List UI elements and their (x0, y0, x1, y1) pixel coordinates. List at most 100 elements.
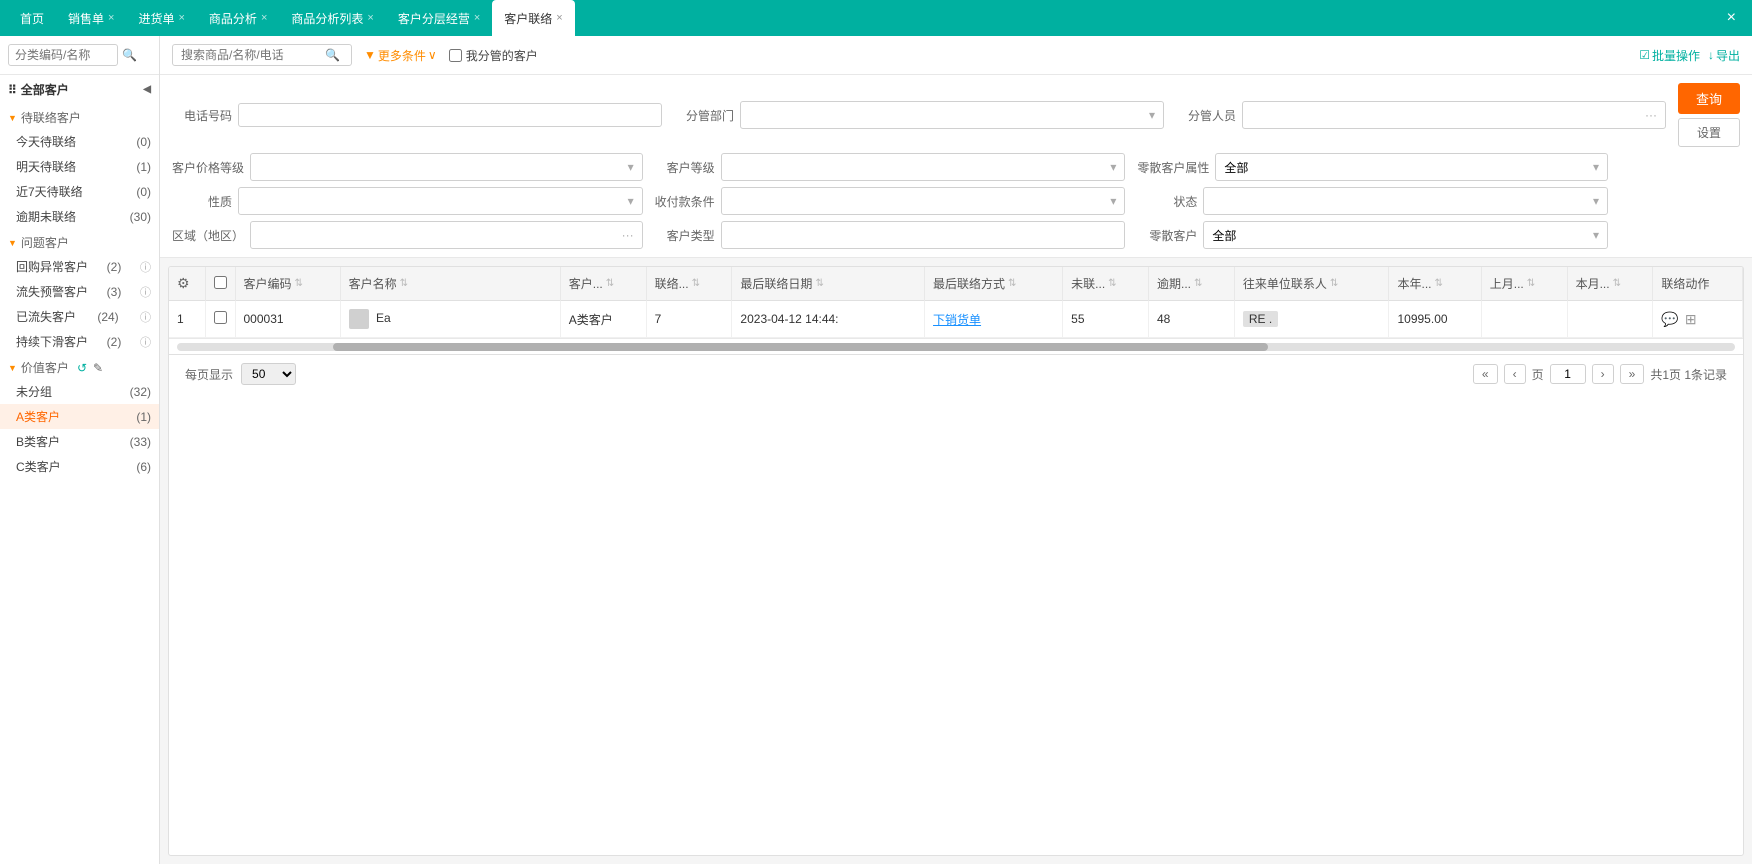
table-container: ⚙ 客户编码 ⇅ 客户名称 (168, 266, 1744, 856)
more-filters-button[interactable]: ▼ 更多条件 ∨ (364, 47, 437, 64)
group-value[interactable]: ▼ 价值客户 ↺ ✎ (0, 354, 159, 379)
close-sales-icon[interactable]: × (108, 12, 114, 24)
sidebar: 🔍 ⠿ 全部客户 ◀ ▼ 待联络客户 今天待联络 (0) 明天待联络 (1) 近… (0, 36, 160, 864)
sidebar-item-class-b[interactable]: B类客户 (33) (0, 429, 159, 454)
sidebar-item-churned[interactable]: 已流失客户 (24) ⓘ (0, 304, 159, 329)
group-problem[interactable]: ▼ 问题客户 (0, 229, 159, 254)
region-select[interactable]: ··· (250, 221, 643, 249)
page-number-input[interactable] (1550, 364, 1586, 384)
th-this-month[interactable]: 本月... ⇅ (1567, 267, 1653, 301)
th-type[interactable]: 客户... ⇅ (560, 267, 646, 301)
retail-attr-arrow-icon: ▾ (1593, 160, 1599, 174)
filter-search-icon[interactable]: 🔍 (325, 48, 340, 62)
manager-select[interactable]: ··· (1242, 101, 1666, 129)
prev-page-button[interactable]: ‹ (1504, 364, 1526, 384)
sort-uncontacted-icon: ⇅ (1108, 278, 1116, 289)
th-name[interactable]: 客户名称 ⇅ (340, 267, 560, 301)
row-checkbox[interactable] (214, 311, 227, 324)
sidebar-item-class-c[interactable]: C类客户 (6) (0, 454, 159, 479)
th-last-method[interactable]: 最后联络方式 ⇅ (925, 267, 1063, 301)
sort-lastmonth-icon: ⇅ (1527, 278, 1535, 289)
close-customer-tier-icon[interactable]: × (474, 12, 480, 24)
sidebar-item-unclassified[interactable]: 未分组 (32) (0, 379, 159, 404)
horizontal-scrollbar[interactable] (169, 338, 1743, 354)
my-customers-checkbox[interactable]: 我分管的客户 (449, 47, 538, 64)
field-customer-type: 客户类型 (655, 221, 1126, 249)
td-type: A类客户 (560, 301, 646, 338)
refresh-icon[interactable]: ↺ (77, 361, 87, 375)
nav-purchase[interactable]: 进货单 × (126, 0, 196, 36)
filter-search-input[interactable] (181, 48, 321, 62)
query-button[interactable]: 查询 (1678, 83, 1740, 114)
qr-icon[interactable]: ⊞ (1685, 311, 1697, 328)
nav-product-analysis[interactable]: 商品分析 × (197, 0, 279, 36)
first-page-button[interactable]: « (1473, 364, 1498, 384)
next-page-button[interactable]: › (1592, 364, 1614, 384)
sidebar-item-tomorrow[interactable]: 明天待联络 (1) (0, 154, 159, 179)
th-biz-contact[interactable]: 往来单位联系人 ⇅ (1234, 267, 1389, 301)
payment-select[interactable]: ▾ (721, 187, 1126, 215)
chat-icon[interactable]: 💬 (1661, 311, 1678, 328)
pagination-left: 每页显示 50 100 200 (185, 363, 296, 385)
retail-select[interactable]: 全部 ▾ (1203, 221, 1608, 249)
sidebar-item-7days[interactable]: 近7天待联络 (0) (0, 179, 159, 204)
th-contact[interactable]: 联络... ⇅ (646, 267, 732, 301)
export-button[interactable]: ↓ 导出 (1708, 47, 1740, 64)
retail-attr-select[interactable]: 全部 ▾ (1215, 153, 1608, 181)
sort-code-icon: ⇅ (295, 278, 303, 289)
customer-grade-select[interactable]: ▾ (721, 153, 1126, 181)
sidebar-item-churn-warning[interactable]: 流失预警客户 (3) ⓘ (0, 279, 159, 304)
nature-select[interactable]: ▾ (238, 187, 643, 215)
batch-op-button[interactable]: ☑ 批量操作 (1639, 47, 1700, 64)
sidebar-search-icon[interactable]: 🔍 (122, 48, 137, 62)
customer-type-input[interactable] (721, 221, 1126, 249)
last-page-button[interactable]: » (1620, 364, 1645, 384)
sidebar-item-declining[interactable]: 持续下滑客户 (2) ⓘ (0, 329, 159, 354)
phone-input[interactable] (238, 103, 662, 127)
select-all-checkbox[interactable] (214, 276, 227, 289)
close-product-analysis-icon[interactable]: × (261, 12, 267, 24)
price-grade-arrow-icon: ▾ (628, 160, 634, 174)
td-uncontacted: 55 (1063, 301, 1149, 338)
scrollbar-thumb[interactable] (333, 343, 1268, 351)
nav-customer-tier[interactable]: 客户分层经营 × (386, 0, 492, 36)
status-arrow-icon: ▾ (1593, 194, 1599, 208)
settings-button[interactable]: 设置 (1678, 118, 1740, 147)
sidebar-item-overdue[interactable]: 逾期未联络 (30) (0, 204, 159, 229)
nav-product-list[interactable]: 商品分析列表 × (279, 0, 385, 36)
sidebar-item-today[interactable]: 今天待联络 (0) (0, 129, 159, 154)
last-method-link[interactable]: 下销货单 (933, 313, 981, 327)
batch-icon: ☑ (1639, 48, 1650, 62)
td-contact: 7 (646, 301, 732, 338)
my-customers-check[interactable] (449, 49, 462, 62)
th-code[interactable]: 客户编码 ⇅ (235, 267, 340, 301)
per-page-select[interactable]: 50 100 200 (241, 363, 296, 385)
filter-row-2: 客户价格等级 ▾ 客户等级 ▾ 零散客户属性 全部 (172, 153, 1740, 181)
th-overdue[interactable]: 逾期... ⇅ (1149, 267, 1235, 301)
sidebar-all-customers[interactable]: ⠿ 全部客户 ◀ (0, 75, 159, 104)
close-all-icon[interactable]: × (1719, 5, 1744, 30)
status-select[interactable]: ▾ (1203, 187, 1608, 215)
close-customer-contact-icon[interactable]: × (556, 12, 562, 24)
price-grade-select[interactable]: ▾ (250, 153, 643, 181)
triangle-icon-2: ▼ (8, 238, 17, 248)
th-this-year[interactable]: 本年... ⇅ (1389, 267, 1481, 301)
nav-customer-contact[interactable]: 客户联络 × (492, 0, 574, 36)
sort-overdue-icon: ⇅ (1194, 278, 1202, 289)
th-last-date[interactable]: 最后联络日期 ⇅ (732, 267, 925, 301)
close-purchase-icon[interactable]: × (178, 12, 184, 24)
nav-home[interactable]: 首页 (8, 0, 56, 36)
group-pending[interactable]: ▼ 待联络客户 (0, 104, 159, 129)
nav-sales[interactable]: 销售单 × (56, 0, 126, 36)
dept-select[interactable]: ▾ (740, 101, 1164, 129)
edit-icon[interactable]: ✎ (93, 361, 103, 375)
close-product-list-icon[interactable]: × (367, 12, 373, 24)
th-settings[interactable]: ⚙ (169, 267, 205, 301)
sidebar-item-class-a[interactable]: A类客户 (1) (0, 404, 159, 429)
settings-gear-icon[interactable]: ⚙ (177, 275, 190, 291)
sidebar-item-repurchase-anomaly[interactable]: 回购异常客户 (2) ⓘ (0, 254, 159, 279)
th-uncontacted[interactable]: 未联... ⇅ (1063, 267, 1149, 301)
th-last-month[interactable]: 上月... ⇅ (1481, 267, 1567, 301)
filter-row-4: 区域（地区） ··· 客户类型 零散客户 全部 ▾ (172, 221, 1740, 249)
sidebar-search-input[interactable] (8, 44, 118, 66)
